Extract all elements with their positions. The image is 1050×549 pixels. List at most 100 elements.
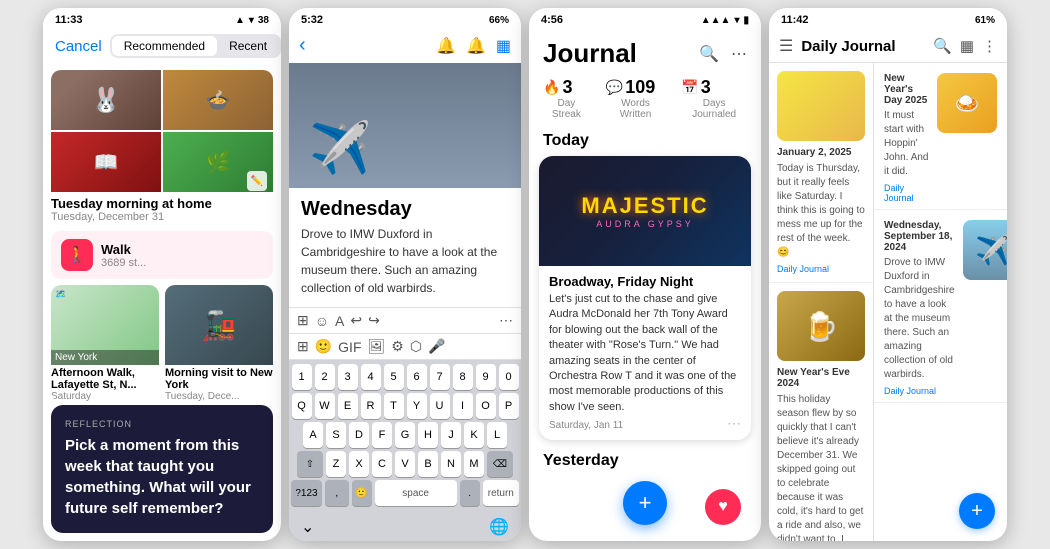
kb-gear-icon[interactable]: ⚙ <box>391 338 404 355</box>
redo-icon[interactable]: ↪ <box>368 312 380 329</box>
walk-label: Walk <box>101 242 146 257</box>
key-l[interactable]: L <box>487 422 507 448</box>
words-icon: 💬 <box>606 79 623 96</box>
key-q[interactable]: Q <box>292 393 312 419</box>
key-b[interactable]: B <box>418 451 438 477</box>
key-8[interactable]: 8 <box>453 364 473 390</box>
key-f[interactable]: F <box>372 422 392 448</box>
key-e[interactable]: E <box>338 393 358 419</box>
key-1[interactable]: 1 <box>292 364 312 390</box>
afternoon-walk-card[interactable]: 🗺️ New York Afternoon Walk, Lafayette St… <box>51 285 159 402</box>
entry-day: Wednesday <box>301 198 509 221</box>
dj-card-jan2[interactable]: January 2, 2025 Today is Thursday, but i… <box>769 63 873 283</box>
kb-photo-icon[interactable]: 🖼 <box>368 338 386 355</box>
key-c[interactable]: C <box>372 451 392 477</box>
key-123[interactable]: ?123 <box>291 480 322 506</box>
search-icon[interactable]: 🔍 <box>699 44 719 64</box>
key-h[interactable]: H <box>418 422 438 448</box>
bell2-icon[interactable]: 🔔 <box>466 36 486 56</box>
grid-icon[interactable]: ▦ <box>496 36 511 56</box>
morning-visit-card[interactable]: 🚂 Morning visit to New York Tuesday, Dec… <box>165 285 273 402</box>
dj-layout-icon[interactable]: ▦ <box>960 37 974 55</box>
key-p[interactable]: P <box>499 393 519 419</box>
add-entry-fab[interactable]: + <box>959 493 995 529</box>
kb-grid-icon[interactable]: ⊞ <box>297 338 309 355</box>
key-return[interactable]: return <box>483 480 519 506</box>
key-u[interactable]: U <box>430 393 450 419</box>
undo-icon[interactable]: ↩ <box>350 312 362 329</box>
chevron-down-icon[interactable]: ⌄ <box>301 517 314 537</box>
key-emoji[interactable]: 🙂 <box>352 480 372 506</box>
featured-title: Broadway, Friday Night <box>549 274 693 289</box>
tab-recommended[interactable]: Recommended <box>112 36 217 56</box>
kb-emoji-icon[interactable]: 🙂 <box>315 338 332 355</box>
journal-hero-image: ✈️ <box>289 63 521 188</box>
smiley-icon[interactable]: ☺ <box>315 313 329 329</box>
entry-more-icon[interactable]: ⋯ <box>727 415 741 432</box>
globe-icon[interactable]: 🌐 <box>489 517 509 537</box>
featured-entry[interactable]: MAJESTIC AUDRA GYPSY Broadway, Friday Ni… <box>539 156 751 440</box>
add-entry-button[interactable]: + <box>623 481 667 525</box>
key-period[interactable]: . <box>460 480 480 506</box>
key-d[interactable]: D <box>349 422 369 448</box>
yesterday-label: Yesterday <box>529 448 761 476</box>
key-n[interactable]: N <box>441 451 461 477</box>
key-w[interactable]: W <box>315 393 335 419</box>
more-icon[interactable]: ⋯ <box>499 312 513 329</box>
key-3[interactable]: 3 <box>338 364 358 390</box>
reflection-header: REFLECTION <box>65 419 259 429</box>
back-button[interactable]: ‹ <box>299 34 306 57</box>
dj-right-card-sep[interactable]: Wednesday, September 18, 2024 Drove to I… <box>874 210 1007 403</box>
format-a-icon[interactable]: A <box>335 313 344 329</box>
key-4[interactable]: 4 <box>361 364 381 390</box>
key-o[interactable]: O <box>476 393 496 419</box>
walk-card[interactable]: 🚶 Walk 3689 st... <box>51 231 273 279</box>
key-r[interactable]: R <box>361 393 381 419</box>
kb-gif-icon[interactable]: GIF <box>338 339 361 355</box>
kb-scan-icon[interactable]: ⬡ <box>410 338 422 355</box>
hamburger-menu-icon[interactable]: ☰ <box>779 36 793 56</box>
key-delete[interactable]: ⌫ <box>487 451 513 477</box>
key-g[interactable]: G <box>395 422 415 448</box>
dj-right-card-nyd[interactable]: New Year's Day 2025 It must start with H… <box>874 63 1007 210</box>
key-0[interactable]: 0 <box>499 364 519 390</box>
key-5[interactable]: 5 <box>384 364 404 390</box>
nye2024-image: 🍺 <box>777 291 865 361</box>
key-k[interactable]: K <box>464 422 484 448</box>
key-space[interactable]: space <box>375 480 457 506</box>
key-a[interactable]: A <box>303 422 323 448</box>
key-6[interactable]: 6 <box>407 364 427 390</box>
key-2[interactable]: 2 <box>315 364 335 390</box>
edit-icon[interactable]: ✏️ <box>247 171 267 191</box>
key-s[interactable]: S <box>326 422 346 448</box>
key-x[interactable]: X <box>349 451 369 477</box>
key-i[interactable]: I <box>453 393 473 419</box>
tab-recent[interactable]: Recent <box>217 36 279 56</box>
key-shift[interactable]: ⇧ <box>297 451 323 477</box>
key-m[interactable]: M <box>464 451 484 477</box>
neon-sign: MAJESTIC AUDRA GYPSY <box>581 156 708 266</box>
days-stat: 📅 3 Days Journaled <box>681 77 747 120</box>
dj-search-icon[interactable]: 🔍 <box>933 37 952 55</box>
key-v[interactable]: V <box>395 451 415 477</box>
key-7[interactable]: 7 <box>430 364 450 390</box>
plane2-image: ✈️ <box>963 220 1007 280</box>
key-comma[interactable]: , <box>325 480 349 506</box>
favorite-button[interactable]: ♥ <box>705 489 741 525</box>
grid-kb-icon[interactable]: ⊞ <box>297 312 309 329</box>
sep-content: Wednesday, September 18, 2024 Drove to I… <box>884 220 955 396</box>
more-options-icon[interactable]: ⋯ <box>731 44 747 64</box>
bell-icon[interactable]: 🔔 <box>436 36 456 56</box>
key-z[interactable]: Z <box>326 451 346 477</box>
right-spacer <box>874 403 1007 463</box>
kb-mic-icon[interactable]: 🎤 <box>428 338 445 355</box>
cancel-button[interactable]: Cancel <box>55 38 102 55</box>
dj-card-nye2024[interactable]: 🍺 New Year's Eve 2024 This holiday seaso… <box>769 283 873 541</box>
key-y[interactable]: Y <box>407 393 427 419</box>
key-t[interactable]: T <box>384 393 404 419</box>
time-1: 11:33 <box>55 14 83 26</box>
key-9[interactable]: 9 <box>476 364 496 390</box>
dj-more-icon[interactable]: ⋮ <box>982 37 997 55</box>
memory-card-1[interactable]: 🐰 🍲 📖 🌿 ✏️ Tuesday morning at home Tuesd… <box>51 70 273 223</box>
key-j[interactable]: J <box>441 422 461 448</box>
